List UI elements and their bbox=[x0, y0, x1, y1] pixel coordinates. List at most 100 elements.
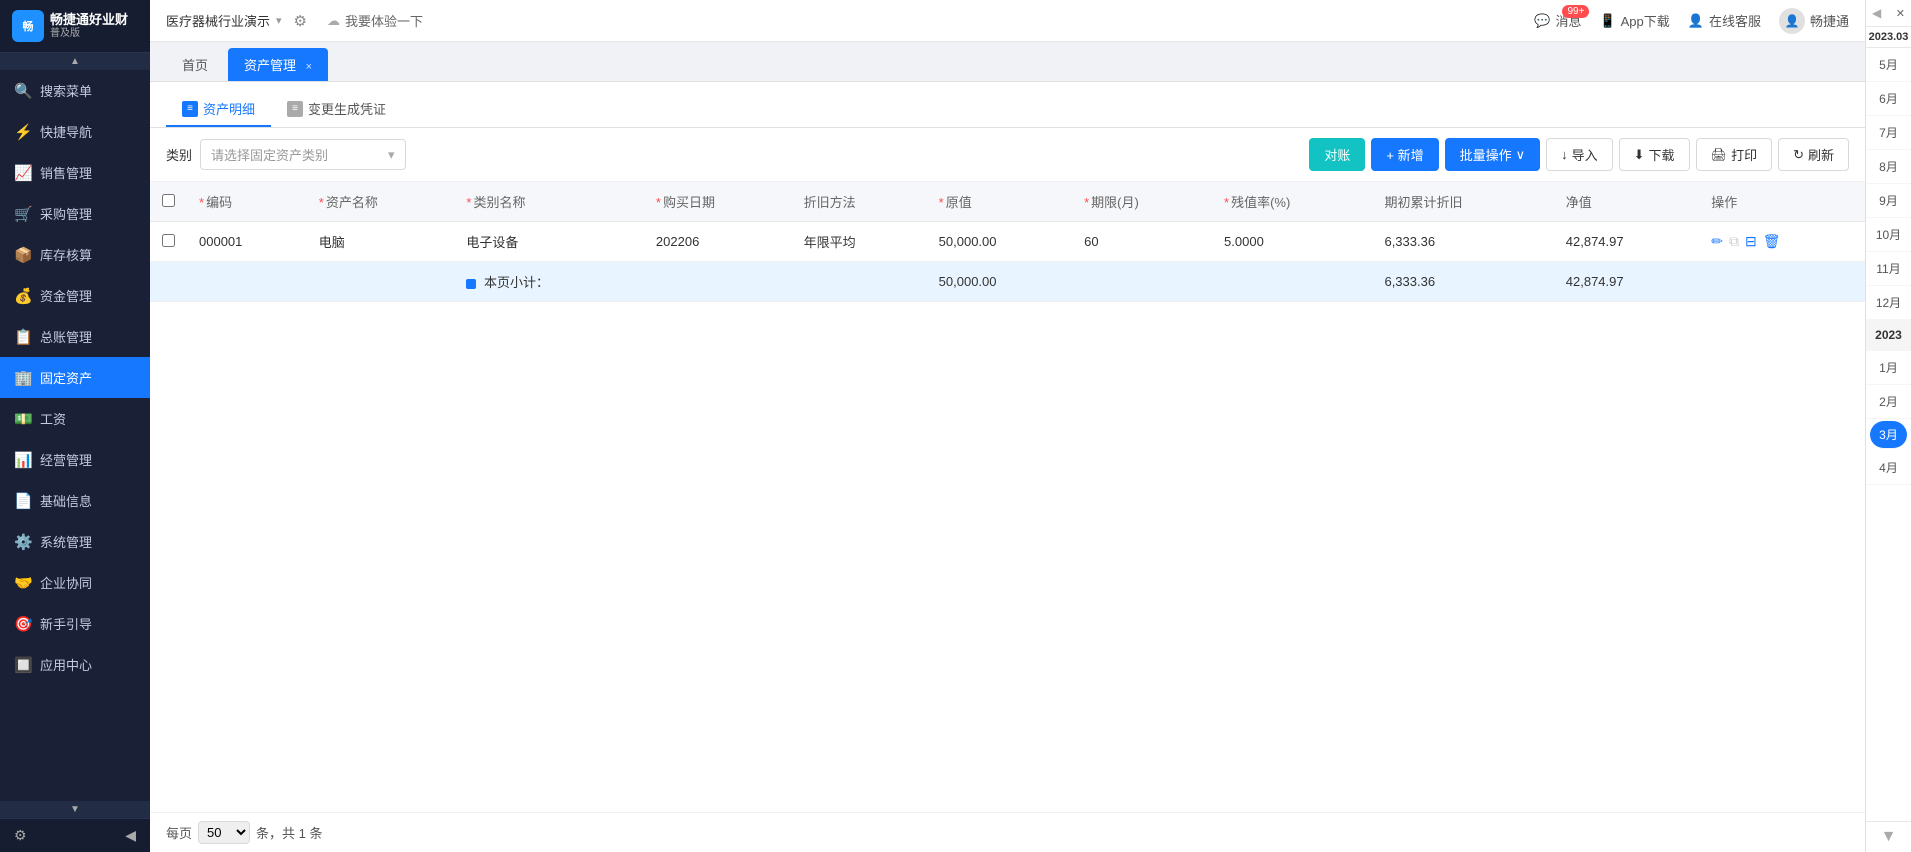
collapse-icon[interactable]: ◀ bbox=[125, 827, 136, 844]
company-name: 医疗器械行业演示 bbox=[166, 11, 270, 30]
header-code: *编码 bbox=[187, 182, 307, 222]
app-center-icon: 🔲 bbox=[14, 656, 32, 674]
month-5[interactable]: 5月 bbox=[1866, 48, 1911, 82]
tab-home[interactable]: 首页 bbox=[166, 48, 224, 81]
right-panel-months: 5月 6月 7月 8月 9月 10月 11月 12月 2023 1月 2月 3月… bbox=[1866, 48, 1911, 821]
edit-icon[interactable]: ✏ bbox=[1711, 233, 1723, 250]
select-all-checkbox[interactable] bbox=[162, 194, 175, 207]
month-1[interactable]: 1月 bbox=[1866, 351, 1911, 385]
sidebar-item-search[interactable]: 🔍 搜索菜单 bbox=[0, 70, 150, 111]
month-11[interactable]: 11月 bbox=[1866, 252, 1911, 286]
inner-tab-asset-detail[interactable]: ≡ 资产明细 bbox=[166, 92, 271, 127]
cell-accumulated-depreciation: 6,333.36 bbox=[1372, 222, 1553, 262]
company-selector[interactable]: 医疗器械行业演示 ▾ bbox=[166, 11, 282, 30]
download-icon: ⬇ bbox=[1634, 147, 1645, 163]
payroll-icon: 💵 bbox=[14, 410, 32, 428]
category-filter[interactable]: 请选择固定资产类别 ▾ bbox=[200, 139, 406, 170]
sidebar-item-label: 固定资产 bbox=[40, 368, 92, 387]
new-button[interactable]: + 新增 bbox=[1371, 138, 1438, 171]
sidebar-item-payroll[interactable]: 💵 工资 bbox=[0, 398, 150, 439]
settings-icon[interactable]: ⚙ bbox=[14, 827, 27, 844]
header-action: 操作 bbox=[1699, 182, 1865, 222]
online-service-button[interactable]: 👤 在线客服 bbox=[1688, 11, 1761, 30]
header-net-value: 净值 bbox=[1554, 182, 1699, 222]
month-9[interactable]: 9月 bbox=[1866, 184, 1911, 218]
cell-name: 电脑 bbox=[307, 222, 455, 262]
messages-button[interactable]: 💬 消息 99+ bbox=[1534, 11, 1581, 30]
reconcile-button[interactable]: 对账 bbox=[1309, 138, 1365, 171]
copy-icon[interactable]: ⧉ bbox=[1729, 233, 1739, 250]
month-6[interactable]: 6月 bbox=[1866, 82, 1911, 116]
download-label: 下载 bbox=[1649, 145, 1675, 164]
reconcile-label: 对账 bbox=[1324, 145, 1350, 164]
sidebar-item-label: 新手引导 bbox=[40, 614, 92, 633]
batch-button[interactable]: 批量操作 ∨ bbox=[1445, 138, 1541, 171]
sidebar-item-guide[interactable]: 🎯 新手引导 bbox=[0, 603, 150, 644]
sidebar-scroll-down[interactable]: ▼ bbox=[0, 801, 150, 818]
month-2[interactable]: 2月 bbox=[1866, 385, 1911, 419]
voucher-icon: ≡ bbox=[287, 101, 303, 117]
sidebar-item-system[interactable]: ⚙️ 系统管理 bbox=[0, 521, 150, 562]
month-10[interactable]: 10月 bbox=[1866, 218, 1911, 252]
header-residual-rate: *残值率(%) bbox=[1212, 182, 1372, 222]
delete-icon[interactable]: 🗑 bbox=[1763, 233, 1781, 250]
right-panel-close-icon[interactable]: ✕ bbox=[1896, 7, 1905, 20]
sidebar-item-label: 工资 bbox=[40, 409, 66, 428]
subtotal-label: 本页小计： bbox=[484, 275, 549, 290]
fixed-assets-icon: 🏢 bbox=[14, 369, 32, 387]
sidebar-item-fixed-assets[interactable]: 🏢 固定资产 bbox=[0, 357, 150, 398]
sidebar-item-label: 企业协同 bbox=[40, 573, 92, 592]
cell-category: 电子设备 bbox=[454, 222, 644, 262]
app-logo: 畅 畅捷通好业财 普及版 bbox=[0, 0, 150, 53]
right-panel-down-icon[interactable]: ▼ bbox=[1881, 828, 1897, 845]
sidebar-item-ledger[interactable]: 📋 总账管理 bbox=[0, 316, 150, 357]
sidebar-item-label: 搜索菜单 bbox=[40, 81, 92, 100]
experience-button[interactable]: ☁ 我要体验一下 bbox=[327, 11, 423, 30]
company-dropdown-arrow: ▾ bbox=[276, 14, 282, 27]
sidebar-scroll-up[interactable]: ▲ bbox=[0, 53, 150, 70]
right-panel-expand-icon[interactable]: ◀ bbox=[1872, 6, 1881, 20]
sidebar-item-app-center[interactable]: 🔲 应用中心 bbox=[0, 644, 150, 685]
download-button[interactable]: ⬇ 下载 bbox=[1619, 138, 1690, 171]
per-page-select[interactable]: 50 10 20 100 bbox=[198, 821, 250, 844]
header-depreciation-method: 折旧方法 bbox=[792, 182, 927, 222]
cell-purchase-date: 202206 bbox=[644, 222, 792, 262]
refresh-button[interactable]: ↻ 刷新 bbox=[1778, 138, 1849, 171]
month-8[interactable]: 8月 bbox=[1866, 150, 1911, 184]
more-icon[interactable]: ⊟ bbox=[1745, 233, 1757, 250]
month-3-current[interactable]: 3月 bbox=[1870, 421, 1907, 449]
sidebar-item-label: 采购管理 bbox=[40, 204, 92, 223]
sidebar-item-basic-info[interactable]: 📄 基础信息 bbox=[0, 480, 150, 521]
topbar-gear-icon[interactable]: ⚙ bbox=[294, 12, 307, 30]
tab-close-icon[interactable]: × bbox=[306, 61, 312, 73]
sidebar-item-label: 经营管理 bbox=[40, 450, 92, 469]
import-button[interactable]: ↓ 导入 bbox=[1546, 138, 1613, 171]
system-icon: ⚙️ bbox=[14, 533, 32, 551]
sidebar-item-quick-nav[interactable]: ⚡ 快捷导航 bbox=[0, 111, 150, 152]
tab-asset-management[interactable]: 资产管理 × bbox=[228, 48, 328, 81]
sidebar-item-funds[interactable]: 💰 资金管理 bbox=[0, 275, 150, 316]
inventory-icon: 📦 bbox=[14, 246, 32, 264]
sidebar-item-purchase[interactable]: 🛒 采购管理 bbox=[0, 193, 150, 234]
sidebar-item-enterprise[interactable]: 🤝 企业协同 bbox=[0, 562, 150, 603]
row-checkbox[interactable] bbox=[162, 234, 175, 247]
app-download-button[interactable]: 📱 App下载 bbox=[1599, 11, 1669, 30]
inner-tab-voucher[interactable]: ≡ 变更生成凭证 bbox=[271, 92, 402, 127]
sidebar-bottom: ⚙ ◀ bbox=[0, 818, 150, 852]
subtotal-accumulated-depreciation: 6,333.36 bbox=[1372, 262, 1553, 302]
user-avatar-area[interactable]: 👤 畅捷通 bbox=[1779, 8, 1849, 34]
header-period: *期限(月) bbox=[1072, 182, 1212, 222]
sales-icon: 📈 bbox=[14, 164, 32, 182]
month-4[interactable]: 4月 bbox=[1866, 451, 1911, 485]
sidebar-item-inventory[interactable]: 📦 库存核算 bbox=[0, 234, 150, 275]
print-button[interactable]: 🖨 打印 bbox=[1696, 138, 1773, 171]
sidebar-item-label: 快捷导航 bbox=[40, 122, 92, 141]
month-7[interactable]: 7月 bbox=[1866, 116, 1911, 150]
new-label: + 新增 bbox=[1386, 145, 1423, 164]
sidebar-item-operations[interactable]: 📊 经营管理 bbox=[0, 439, 150, 480]
pagination: 每页 50 10 20 100 条，共 1 条 bbox=[150, 812, 1865, 852]
month-12[interactable]: 12月 bbox=[1866, 286, 1911, 320]
year-2023-label: 2023 bbox=[1866, 320, 1911, 351]
sidebar-item-label: 应用中心 bbox=[40, 655, 92, 674]
sidebar-item-sales[interactable]: 📈 销售管理 bbox=[0, 152, 150, 193]
